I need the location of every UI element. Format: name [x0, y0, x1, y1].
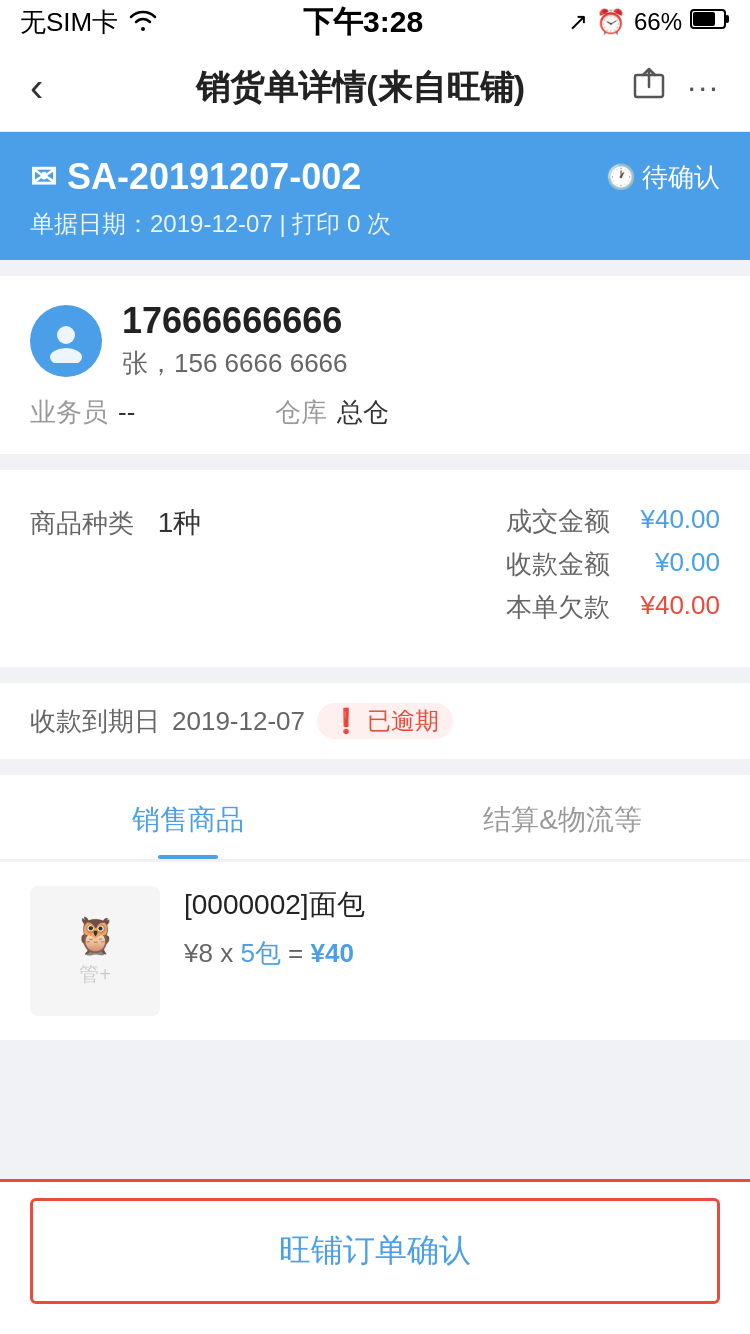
- tab-bar: 销售商品 结算&物流等: [0, 775, 750, 860]
- due-date-value: 2019-12-07: [172, 706, 305, 737]
- overdue-badge: ❗ 已逾期: [317, 703, 453, 739]
- debt-value: ¥40.00: [640, 590, 720, 625]
- svg-rect-2: [693, 12, 715, 26]
- location-icon: ↗: [568, 8, 588, 36]
- order-status-text: 待确认: [642, 160, 720, 195]
- finance-card: 商品种类 1种 成交金额 ¥40.00 收款金额 ¥0.00 本单欠款 ¥40.…: [0, 470, 750, 667]
- amount-value: ¥40.00: [640, 504, 720, 539]
- order-icon: ✉: [30, 158, 57, 196]
- payment-value: ¥0.00: [655, 547, 720, 582]
- svg-point-4: [57, 326, 75, 344]
- due-date-card: 收款到期日 2019-12-07 ❗ 已逾期: [0, 683, 750, 759]
- battery-text: 66%: [634, 8, 682, 36]
- multiply-sign: x: [220, 938, 240, 968]
- customer-name: 张，156 6666 6666: [122, 346, 348, 381]
- back-button[interactable]: ‹: [30, 65, 90, 110]
- nav-bar: ‹ 销货单详情(来自旺铺) ···: [0, 44, 750, 132]
- svg-rect-1: [725, 15, 729, 23]
- product-details: [0000002]面包 ¥8 x 5包 = ¥40: [184, 886, 720, 971]
- tab-settlement[interactable]: 结算&物流等: [375, 775, 750, 859]
- warning-icon: ❗: [331, 707, 361, 735]
- product-price-row: ¥8 x 5包 = ¥40: [184, 936, 720, 971]
- product-type-label: 商品种类: [30, 508, 134, 538]
- bottom-action-bar: 旺铺订单确认: [0, 1179, 750, 1334]
- product-name: [0000002]面包: [184, 886, 720, 924]
- product-item: 🦉 管+ [0000002]面包 ¥8 x 5包 = ¥40: [0, 862, 750, 1040]
- status-left: 无SIM卡: [20, 5, 158, 40]
- product-thumb-text: 管+: [79, 961, 111, 988]
- clock-icon: 🕐: [606, 163, 636, 191]
- customer-details: 业务员 -- 仓库 总仓: [30, 395, 720, 430]
- due-date-label: 收款到期日: [30, 704, 160, 739]
- wifi-icon: [128, 7, 158, 38]
- alarm-icon: ⏰: [596, 8, 626, 36]
- nav-right-actions: ···: [631, 65, 720, 110]
- salesperson-value: --: [118, 397, 135, 428]
- carrier-text: 无SIM卡: [20, 5, 118, 40]
- more-icon[interactable]: ···: [687, 69, 720, 106]
- status-time: 下午3:28: [303, 2, 423, 43]
- equals-sign: =: [288, 938, 310, 968]
- battery-icon: [690, 8, 730, 36]
- product-quantity: 5包: [240, 938, 280, 968]
- page-title: 销货单详情(来自旺铺): [90, 65, 631, 111]
- warehouse-value: 总仓: [337, 395, 389, 430]
- amount-label: 成交金额: [506, 504, 610, 539]
- product-type-value: 1种: [158, 507, 202, 538]
- overdue-text: 已逾期: [367, 705, 439, 737]
- order-id-section: ✉ SA-20191207-002: [30, 156, 361, 198]
- status-right: ↗ ⏰ 66%: [568, 8, 730, 36]
- customer-card: 17666666666 张，156 6666 6666 业务员 -- 仓库 总仓: [0, 276, 750, 454]
- order-id-text: SA-20191207-002: [67, 156, 361, 198]
- product-thumbnail: 🦉 管+: [30, 886, 160, 1016]
- finance-amounts: 成交金额 ¥40.00 收款金额 ¥0.00 本单欠款 ¥40.00: [506, 504, 720, 633]
- avatar: [30, 305, 102, 377]
- order-status-badge: 🕐 待确认: [606, 160, 720, 195]
- confirm-order-button[interactable]: 旺铺订单确认: [30, 1198, 720, 1304]
- svg-point-5: [50, 348, 82, 363]
- product-thumb-logo: 🦉: [73, 915, 118, 957]
- debt-label: 本单欠款: [506, 590, 610, 625]
- order-meta: 单据日期：2019-12-07 | 打印 0 次: [30, 208, 720, 240]
- warehouse-label: 仓库: [275, 395, 327, 430]
- payment-label: 收款金额: [506, 547, 610, 582]
- tab-sales-goods[interactable]: 销售商品: [0, 775, 375, 859]
- product-unit-price: ¥8: [184, 938, 213, 968]
- order-header-card: ✉ SA-20191207-002 🕐 待确认 单据日期：2019-12-07 …: [0, 132, 750, 260]
- customer-phone: 17666666666: [122, 300, 348, 342]
- share-icon[interactable]: [631, 65, 667, 110]
- product-total: ¥40: [311, 938, 354, 968]
- salesperson-label: 业务员: [30, 395, 108, 430]
- status-bar: 无SIM卡 下午3:28 ↗ ⏰ 66%: [0, 0, 750, 44]
